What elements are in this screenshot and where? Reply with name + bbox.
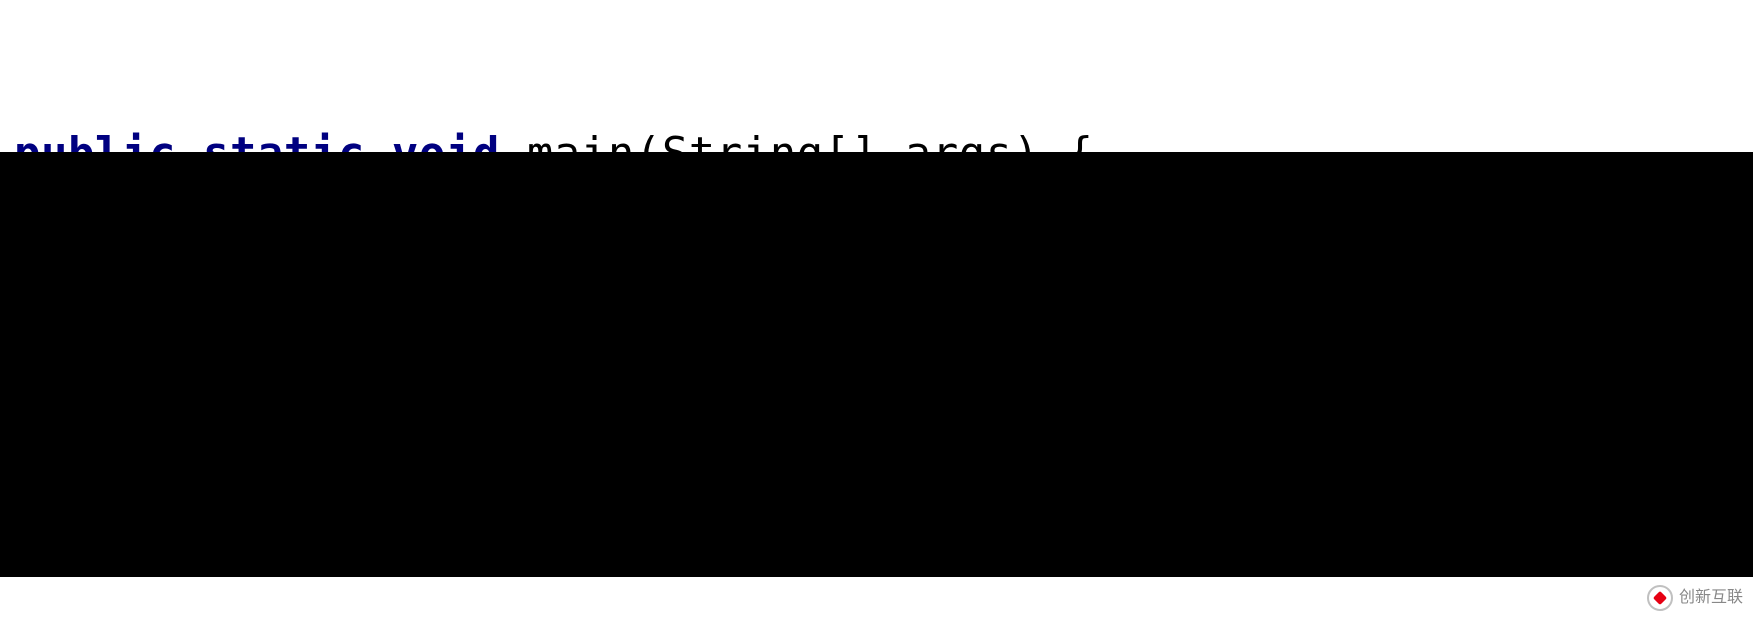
watermark: 创新互联	[1641, 579, 1753, 617]
redacted-overlay	[0, 152, 1753, 577]
watermark-text: 创新互联	[1679, 587, 1743, 609]
watermark-logo-icon	[1647, 585, 1673, 611]
